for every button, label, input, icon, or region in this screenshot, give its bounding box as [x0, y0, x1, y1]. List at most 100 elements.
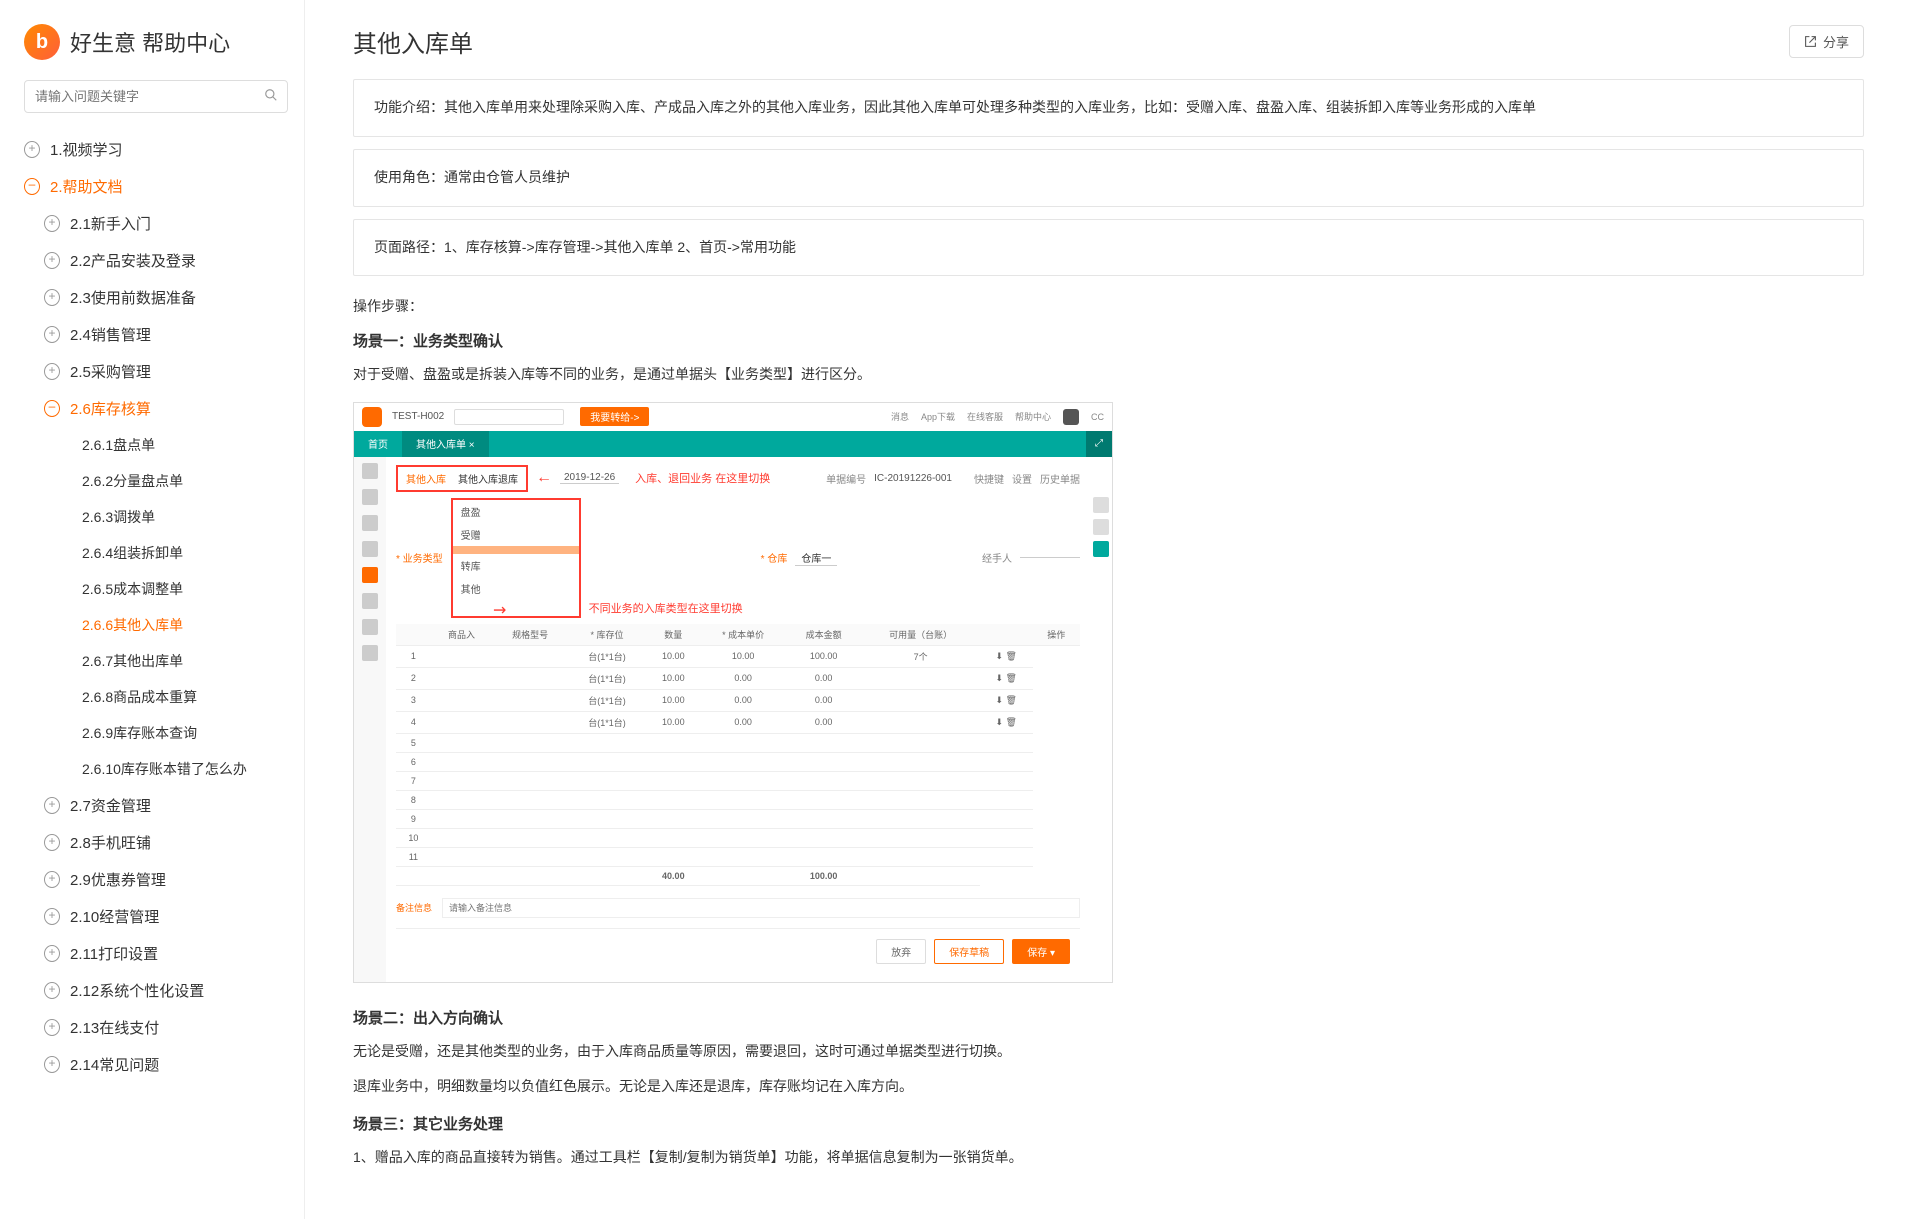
ss-toolbar-link[interactable]: 历史单据 [1040, 471, 1080, 486]
ss-table-header: 可用量（台账） [861, 624, 979, 646]
nav-inventory[interactable]: 2.6库存核算 [24, 390, 288, 427]
search-icon[interactable] [264, 88, 278, 106]
sidebar-subitem[interactable]: 2.6.6其他入库单 [24, 607, 288, 643]
plus-icon [44, 327, 60, 343]
sidebar-subitem[interactable]: 2.6.1盘点单 [24, 427, 288, 463]
ss-tool-icon[interactable] [1093, 519, 1109, 535]
ss-search-input[interactable] [454, 409, 564, 425]
sidebar-item[interactable]: 2.9优惠券管理 [24, 861, 288, 898]
ss-tool-icon[interactable] [1093, 497, 1109, 513]
ss-nav-icon[interactable] [362, 645, 378, 661]
plus-icon [44, 798, 60, 814]
ss-nav-icon[interactable] [362, 463, 378, 479]
sidebar-item[interactable]: 2.7资金管理 [24, 787, 288, 824]
ss-memo-input[interactable] [442, 898, 1080, 918]
ss-row-actions[interactable]: ⬇ 🗑 [980, 667, 1033, 689]
nav-video[interactable]: 1.视频学习 [24, 131, 288, 168]
ss-row-actions[interactable]: ⬇ 🗑 [980, 711, 1033, 733]
ss-table-row[interactable]: 7 [396, 771, 1080, 790]
ss-table-row[interactable]: 8 [396, 790, 1080, 809]
ss-expand-icon[interactable]: ⤢ [1086, 431, 1112, 457]
ss-handler-input[interactable] [1020, 557, 1080, 558]
share-button[interactable]: 分享 [1789, 25, 1864, 58]
ss-toolbar-link[interactable]: 设置 [1012, 471, 1032, 486]
sidebar-item[interactable]: 2.12系统个性化设置 [24, 972, 288, 1009]
ss-top-link[interactable]: 帮助中心 [1015, 410, 1051, 423]
path-box: 页面路径：1、库存核算->库存管理->其他入库单 2、首页->常用功能 [353, 219, 1864, 277]
sidebar-item[interactable]: 2.10经营管理 [24, 898, 288, 935]
ss-nav-icon[interactable] [362, 593, 378, 609]
ss-footer-button[interactable]: 保存草稿 [934, 939, 1004, 964]
ss-dropdown-option[interactable]: 转库 [453, 554, 579, 577]
ss-tab-active[interactable]: 其他入库单 × [402, 431, 489, 457]
ss-table-row[interactable]: 1台(1*1台)10.0010.00100.007个⬇ 🗑 [396, 645, 1080, 667]
steps-label: 操作步骤： [353, 296, 1864, 316]
sidebar-item[interactable]: 2.14常见问题 [24, 1046, 288, 1083]
sidebar-item[interactable]: 2.8手机旺铺 [24, 824, 288, 861]
ss-top-link[interactable]: App下载 [921, 410, 955, 423]
ss-row-actions[interactable]: ⬇ 🗑 [980, 689, 1033, 711]
ss-table-header: 商品入 [431, 624, 493, 646]
ss-radio-return[interactable]: 其他入库退库 [458, 471, 518, 486]
ss-footer-button[interactable]: 保存 ▾ [1012, 939, 1070, 964]
search-input[interactable] [24, 80, 288, 113]
ss-dropdown-option[interactable]: 盘盈 [453, 500, 579, 523]
ss-table-row[interactable]: 6 [396, 752, 1080, 771]
ss-table-row[interactable]: 10 [396, 828, 1080, 847]
ss-nav-icon[interactable] [362, 541, 378, 557]
sidebar-item[interactable]: 2.3使用前数据准备 [24, 279, 288, 316]
sidebar-item[interactable]: 2.1新手入门 [24, 205, 288, 242]
ss-table-row[interactable]: 11 [396, 847, 1080, 866]
ss-top-link[interactable]: 消息 [891, 410, 909, 423]
ss-table-row[interactable]: 3台(1*1台)10.000.000.00⬇ 🗑 [396, 689, 1080, 711]
ss-nav-icon[interactable] [362, 619, 378, 635]
ss-tool-icon[interactable] [1093, 541, 1109, 557]
sidebar-subitem[interactable]: 2.6.3调拨单 [24, 499, 288, 535]
ss-nav-icon[interactable] [362, 489, 378, 505]
ss-biztype-dropdown[interactable]: 盘盈受赠 转库其他 ↗ [451, 498, 581, 618]
sidebar-item[interactable]: 2.13在线支付 [24, 1009, 288, 1046]
sidebar-subitem[interactable]: 2.6.2分量盘点单 [24, 463, 288, 499]
ss-nav-icon[interactable] [362, 567, 378, 583]
sidebar: b 好生意 帮助中心 1.视频学习 2.帮助文档 2.1新手入门2.2产品安装及… [0, 0, 305, 1219]
sidebar-item[interactable]: 2.2产品安装及登录 [24, 242, 288, 279]
sidebar-subitem[interactable]: 2.6.7其他出库单 [24, 643, 288, 679]
ss-footer-button[interactable]: 放弃 [876, 939, 926, 964]
ss-toolbar-link[interactable]: 快捷键 [974, 471, 1004, 486]
ss-dropdown-option[interactable]: 受赠 [453, 523, 579, 546]
ss-table-cell [701, 771, 786, 790]
ss-transfer-button[interactable]: 我要转给-> [580, 407, 649, 426]
ss-top-link[interactable]: CC [1091, 412, 1104, 422]
sidebar-subitem[interactable]: 2.6.8商品成本重算 [24, 679, 288, 715]
ss-table-row[interactable]: 9 [396, 809, 1080, 828]
sidebar-item[interactable]: 2.11打印设置 [24, 935, 288, 972]
ss-table-cell [431, 847, 493, 866]
ss-tab-home[interactable]: 首页 [354, 431, 402, 457]
ss-row-actions[interactable]: ⬇ 🗑 [980, 645, 1033, 667]
sidebar-subitem[interactable]: 2.6.4组装拆卸单 [24, 535, 288, 571]
sidebar-subitem[interactable]: 2.6.5成本调整单 [24, 571, 288, 607]
ss-table-row[interactable]: 5 [396, 733, 1080, 752]
sidebar-item[interactable]: 2.5采购管理 [24, 353, 288, 390]
ss-avatar-icon[interactable] [1063, 409, 1079, 425]
ss-items-table: 商品入规格型号* 库存位数量* 成本单价成本金额可用量（台账）操作 1台(1*1… [396, 624, 1080, 886]
ss-dropdown-option[interactable] [453, 546, 579, 554]
ss-wh-value[interactable]: 仓库一 [795, 550, 837, 566]
ss-dropdown-option[interactable]: 其他 [453, 577, 579, 600]
nav-docs[interactable]: 2.帮助文档 [24, 168, 288, 205]
ss-table-cell [646, 847, 700, 866]
sidebar-item[interactable]: 2.4销售管理 [24, 316, 288, 353]
ss-nav-icon[interactable] [362, 515, 378, 531]
nav-label: 2.6.2分量盘点单 [82, 471, 183, 491]
ss-radio-in[interactable]: 其他入库 [406, 471, 446, 486]
scenario3-text: 1、赠品入库的商品直接转为销售。通过工具栏【复制/复制为销货单】功能，将单据信息… [353, 1144, 1864, 1171]
sidebar-subitem[interactable]: 2.6.9库存账本查询 [24, 715, 288, 751]
ss-logo-icon [362, 407, 382, 427]
ss-top-link[interactable]: 在线客服 [967, 410, 1003, 423]
ss-table-cell: 7 [396, 771, 431, 790]
ss-date-field[interactable]: 2019-12-26 [560, 472, 619, 484]
ss-table-row[interactable]: 2台(1*1台)10.000.000.00⬇ 🗑 [396, 667, 1080, 689]
ss-table-cell [568, 733, 646, 752]
sidebar-subitem[interactable]: 2.6.10库存账本错了怎么办 [24, 751, 288, 787]
ss-table-row[interactable]: 4台(1*1台)10.000.000.00⬇ 🗑 [396, 711, 1080, 733]
